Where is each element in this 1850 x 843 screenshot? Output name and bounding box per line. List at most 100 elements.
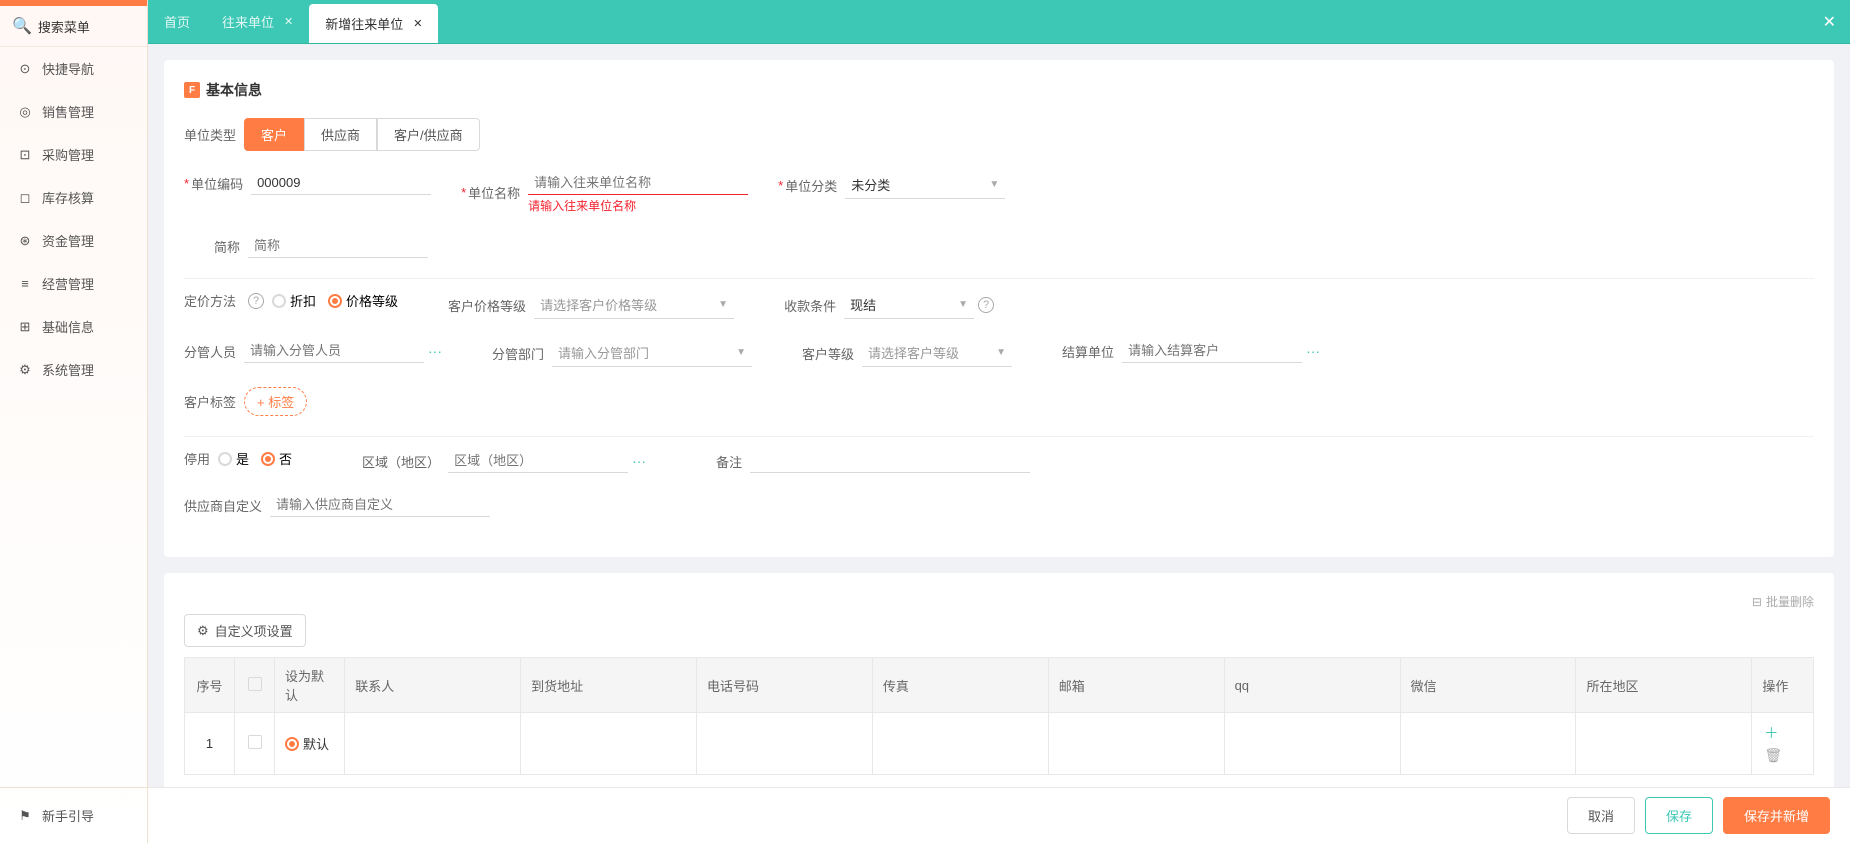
tab-new-unit-close[interactable]: ✕: [413, 17, 422, 30]
row-checkbox[interactable]: [248, 735, 262, 749]
sidebar-item-quick-nav[interactable]: ⊙ 快捷导航: [0, 47, 147, 90]
sidebar-item-system[interactable]: ⚙ 系统管理: [0, 348, 147, 391]
manager-field: 分管人员 ···: [184, 339, 442, 363]
short-name-input[interactable]: [248, 234, 428, 258]
cancel-button[interactable]: 取消: [1567, 797, 1635, 834]
manager-input[interactable]: [244, 339, 424, 363]
tab-home[interactable]: 首页: [148, 0, 206, 43]
pricing-help-icon[interactable]: ?: [248, 293, 264, 309]
note-icon: ≡: [16, 275, 34, 293]
settlement-label: 结算单位: [1062, 342, 1114, 361]
name-input[interactable]: [528, 171, 748, 195]
unit-btn-customer[interactable]: 客户: [244, 118, 304, 151]
add-row-button[interactable]: ＋: [1762, 721, 1780, 745]
batch-delete-button[interactable]: ⊟ 批量删除: [1752, 593, 1814, 610]
td-wechat[interactable]: [1400, 713, 1576, 775]
td-checkbox: [235, 713, 275, 775]
phone-input[interactable]: [707, 736, 862, 751]
batch-delete-label: 批量删除: [1766, 593, 1814, 610]
address-input[interactable]: [531, 736, 686, 751]
pricing-radio-discount[interactable]: 折扣: [272, 291, 316, 310]
settings-gear-icon: ⚙: [197, 623, 209, 639]
customer-level-label: 客户等级: [802, 344, 854, 363]
sidebar-item-sales[interactable]: ◎ 销售管理: [0, 90, 147, 133]
supplier-custom-label: 供应商自定义: [184, 496, 262, 515]
home-icon: ⊙: [16, 60, 34, 78]
row-region-input[interactable]: [1586, 736, 1741, 751]
td-address[interactable]: [521, 713, 697, 775]
sidebar-item-finance[interactable]: ⊛ 资金管理: [0, 219, 147, 262]
category-select[interactable]: 未分类 ▼: [845, 171, 1005, 199]
sidebar-item-purchase[interactable]: ⊡ 采购管理: [0, 133, 147, 176]
default-radio[interactable]: 默认: [285, 734, 334, 753]
sidebar-item-operations[interactable]: ≡ 经营管理: [0, 262, 147, 305]
email-input[interactable]: [1059, 736, 1214, 751]
disable-radio-yes[interactable]: 是: [218, 449, 249, 468]
pricing-radio-discount-circle: [272, 294, 286, 308]
td-fax[interactable]: [872, 713, 1048, 775]
settlement-more-btn[interactable]: ···: [1306, 343, 1320, 359]
td-region[interactable]: [1576, 713, 1752, 775]
payment-select[interactable]: 现结 ▼: [844, 291, 974, 319]
sidebar-item-label: 销售管理: [42, 102, 94, 121]
pricing-radio-group: 折扣 价格等级: [272, 291, 398, 310]
sidebar-item-guide[interactable]: ⚑ 新手引导: [0, 798, 147, 833]
td-no: 1: [185, 713, 235, 775]
customer-price-label: 客户价格等级: [448, 296, 526, 315]
tab-unit-list[interactable]: 往来单位 ✕: [206, 0, 309, 43]
td-contact[interactable]: [345, 713, 521, 775]
unit-btn-both[interactable]: 客户/供应商: [377, 118, 480, 151]
sidebar-item-inventory[interactable]: ◻ 库存核算: [0, 176, 147, 219]
fax-input[interactable]: [883, 736, 1038, 751]
window-close-button[interactable]: ✕: [1809, 0, 1850, 43]
bottom-bar: 取消 保存 保存并新增: [148, 787, 1850, 843]
search-menu-item[interactable]: 🔍 搜索菜单: [0, 6, 147, 47]
short-name-label: 简称: [214, 237, 240, 256]
code-label: 单位编码: [191, 174, 243, 193]
unit-btn-supplier[interactable]: 供应商: [304, 118, 377, 151]
settlement-input[interactable]: [1122, 339, 1302, 363]
dept-select[interactable]: 请输入分管部门 ▼: [552, 339, 752, 367]
td-qq[interactable]: [1224, 713, 1400, 775]
custom-settings-button[interactable]: ⚙ 自定义项设置: [184, 614, 306, 647]
remark-input[interactable]: [750, 449, 1030, 473]
customer-price-placeholder: 请选择客户价格等级: [540, 295, 714, 314]
tab-new-unit[interactable]: 新增往来单位 ✕: [309, 4, 438, 43]
sidebar-item-basic[interactable]: ⊞ 基础信息: [0, 305, 147, 348]
del-row-button[interactable]: 🗑: [1762, 745, 1784, 766]
select-all-checkbox[interactable]: [248, 677, 262, 691]
disable-radio-no[interactable]: 否: [261, 449, 292, 468]
pricing-radio-price-level[interactable]: 价格等级: [328, 291, 398, 310]
dept-chevron-icon: ▼: [736, 347, 746, 358]
region-more-btn[interactable]: ···: [632, 453, 646, 469]
customer-price-select[interactable]: 请选择客户价格等级 ▼: [534, 291, 734, 319]
contact-input[interactable]: [355, 736, 510, 751]
page-content: F 基本信息 单位类型 客户 供应商 客户/供应商 * 单位编码: [148, 44, 1850, 787]
name-input-wrapper: 请输入往来单位名称: [528, 171, 748, 214]
unit-type-group: 客户 供应商 客户/供应商: [244, 118, 480, 151]
contacts-table: 序号 设为默认 联系人 到货地址 电话号码 传真 邮箱 qq 微信 所在地区 操…: [184, 657, 1814, 775]
manager-more-btn[interactable]: ···: [428, 343, 442, 359]
short-name-field: 简称: [184, 234, 428, 258]
td-phone[interactable]: [697, 713, 873, 775]
code-name-category-row: * 单位编码 * 单位名称 请输入往来单位名称 * 单位分类 未分: [184, 171, 1814, 218]
customer-level-select[interactable]: 请选择客户等级 ▼: [862, 339, 1012, 367]
manager-label: 分管人员: [184, 342, 236, 361]
tag-field: 客户标签 + 标签: [184, 387, 307, 416]
wechat-input[interactable]: [1411, 736, 1566, 751]
disable-yes-label: 是: [236, 449, 249, 468]
td-email[interactable]: [1048, 713, 1224, 775]
unit-name-field: * 单位名称 请输入往来单位名称: [461, 171, 748, 214]
qq-input[interactable]: [1235, 736, 1390, 751]
save-button[interactable]: 保存: [1645, 797, 1713, 834]
chart-icon: ◎: [16, 103, 34, 121]
save-and-new-button[interactable]: 保存并新增: [1723, 797, 1830, 834]
tab-unit-list-close[interactable]: ✕: [284, 15, 293, 28]
box-icon: ◻: [16, 189, 34, 207]
payment-help-icon[interactable]: ?: [978, 297, 994, 313]
region-input[interactable]: [448, 449, 628, 473]
supplier-custom-input[interactable]: [270, 493, 490, 517]
code-input[interactable]: [251, 171, 431, 195]
add-tag-button[interactable]: + 标签: [244, 387, 307, 416]
sidebar-item-label: 基础信息: [42, 317, 94, 336]
